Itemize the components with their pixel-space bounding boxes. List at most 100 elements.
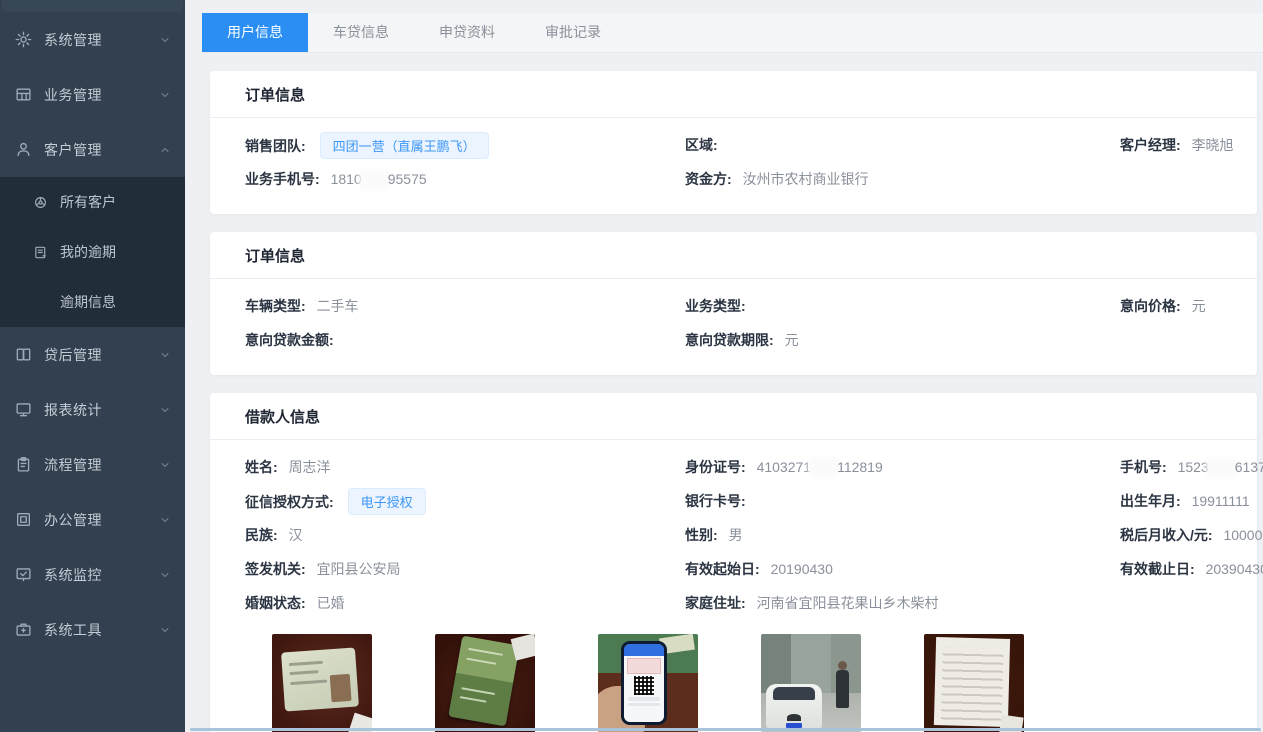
field-credit-auth-method: 征信授权方式: 电子授权 bbox=[245, 488, 685, 515]
credit-auth-tag: 电子授权 bbox=[348, 488, 426, 515]
field-label: 销售团队: bbox=[245, 138, 306, 154]
photo-thumbnail-id-card[interactable]: 身份证 bbox=[272, 634, 372, 732]
clipboard-icon bbox=[15, 456, 32, 473]
sidebar-item-label: 贷后管理 bbox=[44, 345, 159, 365]
field-region: 区域: bbox=[685, 135, 1120, 155]
chevron-up-icon bbox=[159, 144, 171, 156]
field-value: 元 bbox=[1192, 298, 1206, 314]
field-gender: 性别: 男 bbox=[685, 525, 1120, 545]
chevron-down-icon bbox=[159, 89, 171, 101]
sidebar-subitem-label: 逾期信息 bbox=[60, 292, 116, 312]
field-business-type: 业务类型: bbox=[685, 296, 1120, 316]
field-monthly-income: 税后月收入/元: 10000 bbox=[1120, 525, 1262, 545]
sidebar-item-label: 业务管理 bbox=[44, 85, 159, 105]
tab-car-loan-info[interactable]: 车贷信息 bbox=[308, 13, 414, 52]
user-icon bbox=[15, 141, 32, 158]
field-value: 15236137 bbox=[1178, 459, 1263, 475]
redacted-digits bbox=[811, 460, 837, 475]
field-value: 李晓旭 bbox=[1192, 137, 1234, 153]
order-info-card: 订单信息 销售团队: 四团一营（直属王鹏飞） 区域: 客户经理: 李晓旭 业务手 bbox=[210, 71, 1257, 214]
photo-thumbnail-auth-qr[interactable]: 征信授权 bbox=[598, 634, 698, 732]
field-mobile-phone: 手机号: 15236137 bbox=[1120, 457, 1263, 477]
tab-user-info[interactable]: 用户信息 bbox=[202, 13, 308, 52]
field-value: 20190430 bbox=[771, 561, 833, 577]
field-value: 河南省宜阳县花果山乡木柴村 bbox=[757, 595, 939, 611]
field-loan-amount: 意向贷款金额: bbox=[245, 330, 685, 350]
id-card-photo bbox=[272, 634, 372, 732]
field-id-number: 身份证号: 4103271112819 bbox=[685, 457, 1120, 477]
field-marital-status: 婚姻状态: 已婚 bbox=[245, 593, 685, 613]
sidebar-item-system-mgmt[interactable]: 系统管理 bbox=[0, 12, 185, 67]
field-label: 意向价格: bbox=[1120, 298, 1181, 314]
field-home-address: 家庭住址: 河南省宜阳县花果山乡木柴村 bbox=[685, 593, 1120, 613]
field-value: 19911111 bbox=[1192, 493, 1250, 509]
customer-mgmt-submenu: 所有客户 我的逾期 逾期信息 bbox=[0, 177, 185, 327]
field-label: 出生年月: bbox=[1120, 493, 1181, 509]
sidebar-item-report-stats[interactable]: 报表统计 bbox=[0, 382, 185, 437]
sidebar-item-label: 流程管理 bbox=[44, 455, 159, 475]
document-photos: 身份证 驾驶证正副页 bbox=[272, 634, 1257, 732]
field-label: 家庭住址: bbox=[685, 595, 746, 611]
field-label: 性别: bbox=[685, 527, 718, 543]
sidebar-item-system-monitor[interactable]: 系统监控 bbox=[0, 547, 185, 602]
field-sales-team: 销售团队: 四团一营（直属王鹏飞） bbox=[245, 132, 685, 159]
tab-approval-records[interactable]: 审批记录 bbox=[520, 13, 626, 52]
field-label: 手机号: bbox=[1120, 459, 1167, 475]
chevron-down-icon bbox=[159, 459, 171, 471]
sidebar-item-process-mgmt[interactable]: 流程管理 bbox=[0, 437, 185, 492]
person-car-photo bbox=[761, 634, 861, 732]
field-label: 婚姻状态: bbox=[245, 595, 306, 611]
field-label: 资金方: bbox=[685, 171, 732, 187]
sidebar-item-business-mgmt[interactable]: 业务管理 bbox=[0, 67, 185, 122]
sidebar-subitem-label: 我的逾期 bbox=[60, 242, 116, 262]
photo-thumbnail-license-booklet[interactable]: 驾驶证正副页 bbox=[435, 634, 535, 732]
sidebar-item-office-mgmt[interactable]: 办公管理 bbox=[0, 492, 185, 547]
field-birth-date: 出生年月: 19911111 bbox=[1120, 491, 1257, 511]
field-label: 征信授权方式: bbox=[245, 494, 334, 510]
toolbox-icon bbox=[15, 621, 32, 638]
field-value: 181095575 bbox=[331, 171, 427, 187]
field-vehicle-type: 车辆类型: 二手车 bbox=[245, 296, 685, 316]
field-value: 周志洋 bbox=[289, 459, 331, 475]
sidebar-item-customer-mgmt[interactable]: 客户管理 bbox=[0, 122, 185, 177]
field-value: 20390430 bbox=[1206, 561, 1263, 577]
sidebar-subitem-overdue-info[interactable]: 逾期信息 bbox=[0, 277, 185, 327]
sidebar-item-label: 客户管理 bbox=[44, 140, 159, 160]
photo-thumbnail-person-car[interactable]: 人车合影 bbox=[761, 634, 861, 732]
field-label: 姓名: bbox=[245, 459, 278, 475]
field-label: 有效截止日: bbox=[1120, 561, 1195, 577]
book-icon bbox=[15, 346, 32, 363]
photo-thumbnail-handwritten-doc[interactable]: 其他材料 bbox=[924, 634, 1024, 732]
grid-icon bbox=[15, 86, 32, 103]
square-icon bbox=[15, 511, 32, 528]
card-title: 订单信息 bbox=[210, 232, 1257, 279]
handwritten-document-photo bbox=[924, 634, 1024, 732]
sidebar-subitem-all-customers[interactable]: 所有客户 bbox=[0, 177, 185, 227]
field-business-phone: 业务手机号: 181095575 bbox=[245, 169, 685, 189]
main-content: 用户信息 车贷信息 申贷资料 审批记录 订单信息 销售团队: 四团一营（直属王鹏… bbox=[185, 0, 1263, 732]
field-value: 汉 bbox=[289, 527, 303, 543]
field-label: 区域: bbox=[685, 137, 718, 153]
sidebar-top-partial-item bbox=[2, 0, 183, 12]
gear-icon bbox=[15, 31, 32, 48]
chevron-down-icon bbox=[159, 404, 171, 416]
field-customer-manager: 客户经理: 李晓旭 bbox=[1120, 135, 1257, 155]
wheel-icon bbox=[33, 195, 48, 210]
field-value: 宜阳县公安局 bbox=[317, 561, 401, 577]
sidebar-item-system-tools[interactable]: 系统工具 bbox=[0, 602, 185, 657]
field-label: 有效起始日: bbox=[685, 561, 760, 577]
chevron-down-icon bbox=[159, 34, 171, 46]
field-label: 银行卡号: bbox=[685, 493, 746, 509]
tab-loan-application-docs[interactable]: 申贷资料 bbox=[414, 13, 520, 52]
chevron-down-icon bbox=[159, 624, 171, 636]
sidebar-item-postloan-mgmt[interactable]: 贷后管理 bbox=[0, 327, 185, 382]
field-label: 意向贷款期限: bbox=[685, 332, 774, 348]
field-value: 4103271112819 bbox=[757, 459, 883, 475]
horizontal-scrollbar[interactable] bbox=[190, 728, 1261, 731]
sidebar-subitem-my-overdue[interactable]: 我的逾期 bbox=[0, 227, 185, 277]
sidebar-item-label: 报表统计 bbox=[44, 400, 159, 420]
field-label: 民族: bbox=[245, 527, 278, 543]
order-detail-card: 订单信息 车辆类型: 二手车 业务类型: 意向价格: 元 意向贷款金额: bbox=[210, 232, 1257, 375]
field-ethnicity: 民族: 汉 bbox=[245, 525, 685, 545]
sidebar-subitem-label: 所有客户 bbox=[60, 192, 116, 212]
